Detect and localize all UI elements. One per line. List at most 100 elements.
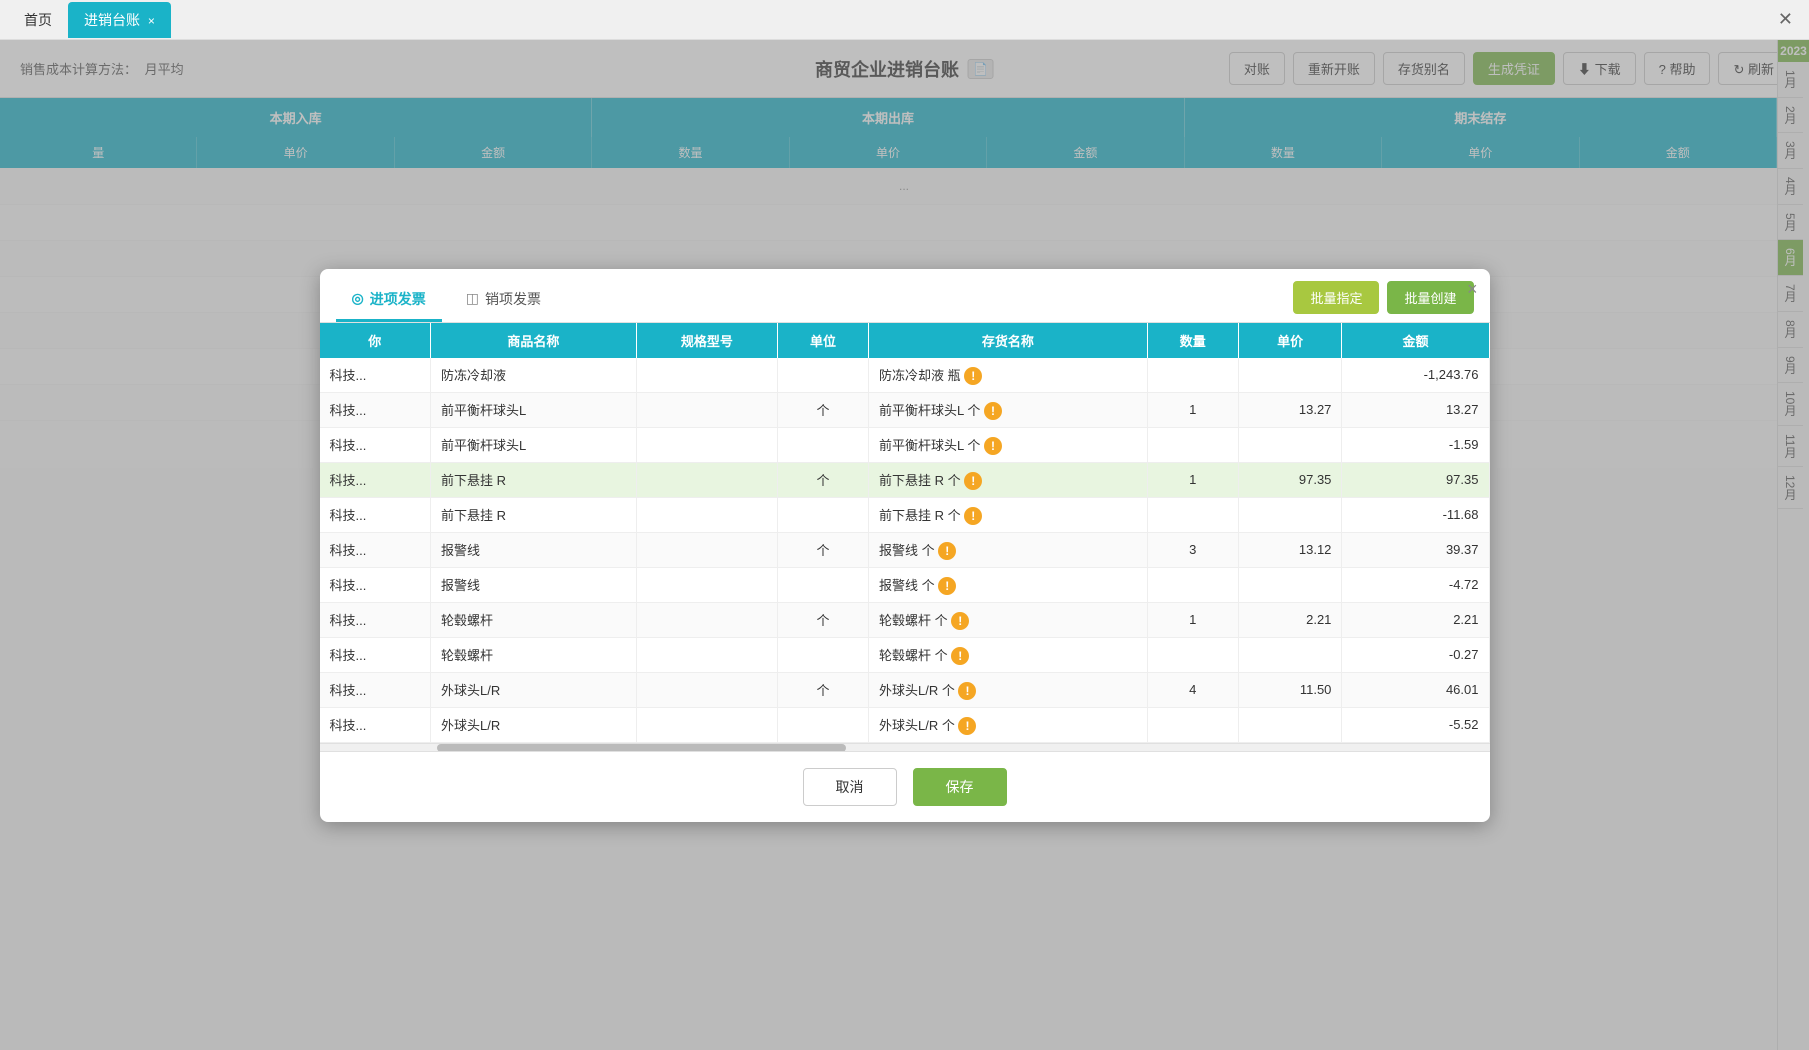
cell-2 [636,532,777,567]
cell-3: 个 [778,392,869,427]
warning-icon[interactable]: ! [958,717,976,735]
table-row: 科技...前下悬挂 R个前下悬挂 R 个 !197.3597.35 [320,462,1490,497]
modal-scrollbar [320,743,1490,751]
cell-6 [1238,497,1342,532]
cell-4[interactable]: 外球头L/R 个 ! [869,672,1148,707]
warning-icon[interactable]: ! [964,472,982,490]
tab-close-ledger[interactable]: × [148,14,155,28]
outgoing-invoice-icon: ◫ [466,290,479,307]
cell-2 [636,707,777,742]
cell-7: -0.27 [1342,637,1489,672]
cell-4[interactable]: 轮毂螺杆 个 ! [869,637,1148,672]
cell-2 [636,567,777,602]
table-row: 科技...前平衡杆球头L个前平衡杆球头L 个 !113.2713.27 [320,392,1490,427]
cell-0[interactable]: 科技... [320,672,431,707]
tab-ledger[interactable]: 进销台账 × [68,2,171,38]
cell-4[interactable]: 轮毂螺杆 个 ! [869,602,1148,637]
warning-icon[interactable]: ! [951,612,969,630]
table-row: 科技...报警线 报警线 个 ! -4.72 [320,567,1490,602]
cell-3: 个 [778,602,869,637]
cell-7: 97.35 [1342,462,1489,497]
th-spec: 规格型号 [636,323,777,358]
warning-icon[interactable]: ! [984,437,1002,455]
cell-7: 39.37 [1342,532,1489,567]
cell-1[interactable]: 轮毂螺杆 [431,602,637,637]
window-close-button[interactable]: ✕ [1770,9,1801,30]
cell-1[interactable]: 报警线 [431,532,637,567]
table-row: 科技...轮毂螺杆个轮毂螺杆 个 !12.212.21 [320,602,1490,637]
table-row: 科技...防冻冷却液防冻冷却液 瓶 !-1,243.76 [320,358,1490,393]
warning-icon[interactable]: ! [984,402,1002,420]
cell-0[interactable]: 科技... [320,358,431,393]
cell-1[interactable]: 外球头L/R [431,672,637,707]
th-inventory-name: 存货名称 [869,323,1148,358]
cell-4[interactable]: 前下悬挂 R 个 ! [869,462,1148,497]
warning-icon[interactable]: ! [958,682,976,700]
cell-0[interactable]: 科技... [320,637,431,672]
cell-3 [778,427,869,462]
cell-6: 97.35 [1238,462,1342,497]
cell-5: 1 [1147,392,1238,427]
modal-tab-outgoing[interactable]: ◫ 销项发票 [450,281,557,322]
cell-1[interactable]: 前下悬挂 R [431,497,637,532]
cell-1[interactable]: 报警线 [431,567,637,602]
cell-0[interactable]: 科技... [320,602,431,637]
cell-0[interactable]: 科技... [320,532,431,567]
cell-2 [636,672,777,707]
cell-5 [1147,497,1238,532]
cell-4[interactable]: 报警线 个 ! [869,567,1148,602]
save-button[interactable]: 保存 [913,768,1007,806]
tab-home[interactable]: 首页 [8,2,68,38]
cell-7: -1.59 [1342,427,1489,462]
th-unit: 单位 [778,323,869,358]
main-area: 销售成本计算方法： 月平均 商贸企业进销台账 📄 对账 重新开账 存货别名 生成… [0,40,1809,1050]
cell-3: 个 [778,532,869,567]
cell-4[interactable]: 报警线 个 ! [869,532,1148,567]
warning-icon[interactable]: ! [938,577,956,595]
table-row: 科技...前平衡杆球头L 前平衡杆球头L 个 ! -1.59 [320,427,1490,462]
cell-1[interactable]: 外球头L/R [431,707,637,742]
cell-6 [1238,427,1342,462]
cell-1[interactable]: 前平衡杆球头L [431,392,637,427]
cell-0[interactable]: 科技... [320,567,431,602]
cell-5 [1147,358,1238,393]
modal-tab-incoming[interactable]: ◎ 进项发票 [336,281,442,322]
warning-icon[interactable]: ! [964,507,982,525]
warning-icon[interactable]: ! [951,647,969,665]
cell-5 [1147,567,1238,602]
th-amount: 金额 [1342,323,1489,358]
cell-0[interactable]: 科技... [320,392,431,427]
cell-4[interactable]: 前下悬挂 R 个 ! [869,497,1148,532]
modal-footer: 取消 保存 [320,751,1490,822]
cancel-button[interactable]: 取消 [803,768,897,806]
cell-5 [1147,637,1238,672]
cell-0[interactable]: 科技... [320,707,431,742]
cell-4[interactable]: 前平衡杆球头L 个 ! [869,427,1148,462]
cell-3: 个 [778,462,869,497]
cell-3 [778,567,869,602]
cell-1[interactable]: 前下悬挂 R [431,462,637,497]
cell-3: 个 [778,672,869,707]
cell-1[interactable]: 前平衡杆球头L [431,427,637,462]
warning-icon[interactable]: ! [964,367,982,385]
table-row: 科技...前下悬挂 R 前下悬挂 R 个 ! -11.68 [320,497,1490,532]
cell-0[interactable]: 科技... [320,497,431,532]
cell-1[interactable]: 防冻冷却液 [431,358,637,393]
cell-4[interactable]: 外球头L/R 个 ! [869,707,1148,742]
modal-close-button[interactable]: × [1467,279,1478,300]
th-supplier: 你 [320,323,431,358]
cell-4[interactable]: 防冻冷却液 瓶 ! [869,358,1148,393]
warning-icon[interactable]: ! [938,542,956,560]
cell-7: -11.68 [1342,497,1489,532]
batch-assign-button[interactable]: 批量指定 [1293,281,1379,314]
cell-6 [1238,358,1342,393]
cell-4[interactable]: 前平衡杆球头L 个 ! [869,392,1148,427]
modal-header-actions: 批量指定 批量创建 [1293,281,1473,322]
cell-1[interactable]: 轮毂螺杆 [431,637,637,672]
batch-create-button[interactable]: 批量创建 [1387,281,1473,314]
cell-3 [778,707,869,742]
cell-2 [636,637,777,672]
cell-0[interactable]: 科技... [320,427,431,462]
cell-7: -4.72 [1342,567,1489,602]
cell-0[interactable]: 科技... [320,462,431,497]
